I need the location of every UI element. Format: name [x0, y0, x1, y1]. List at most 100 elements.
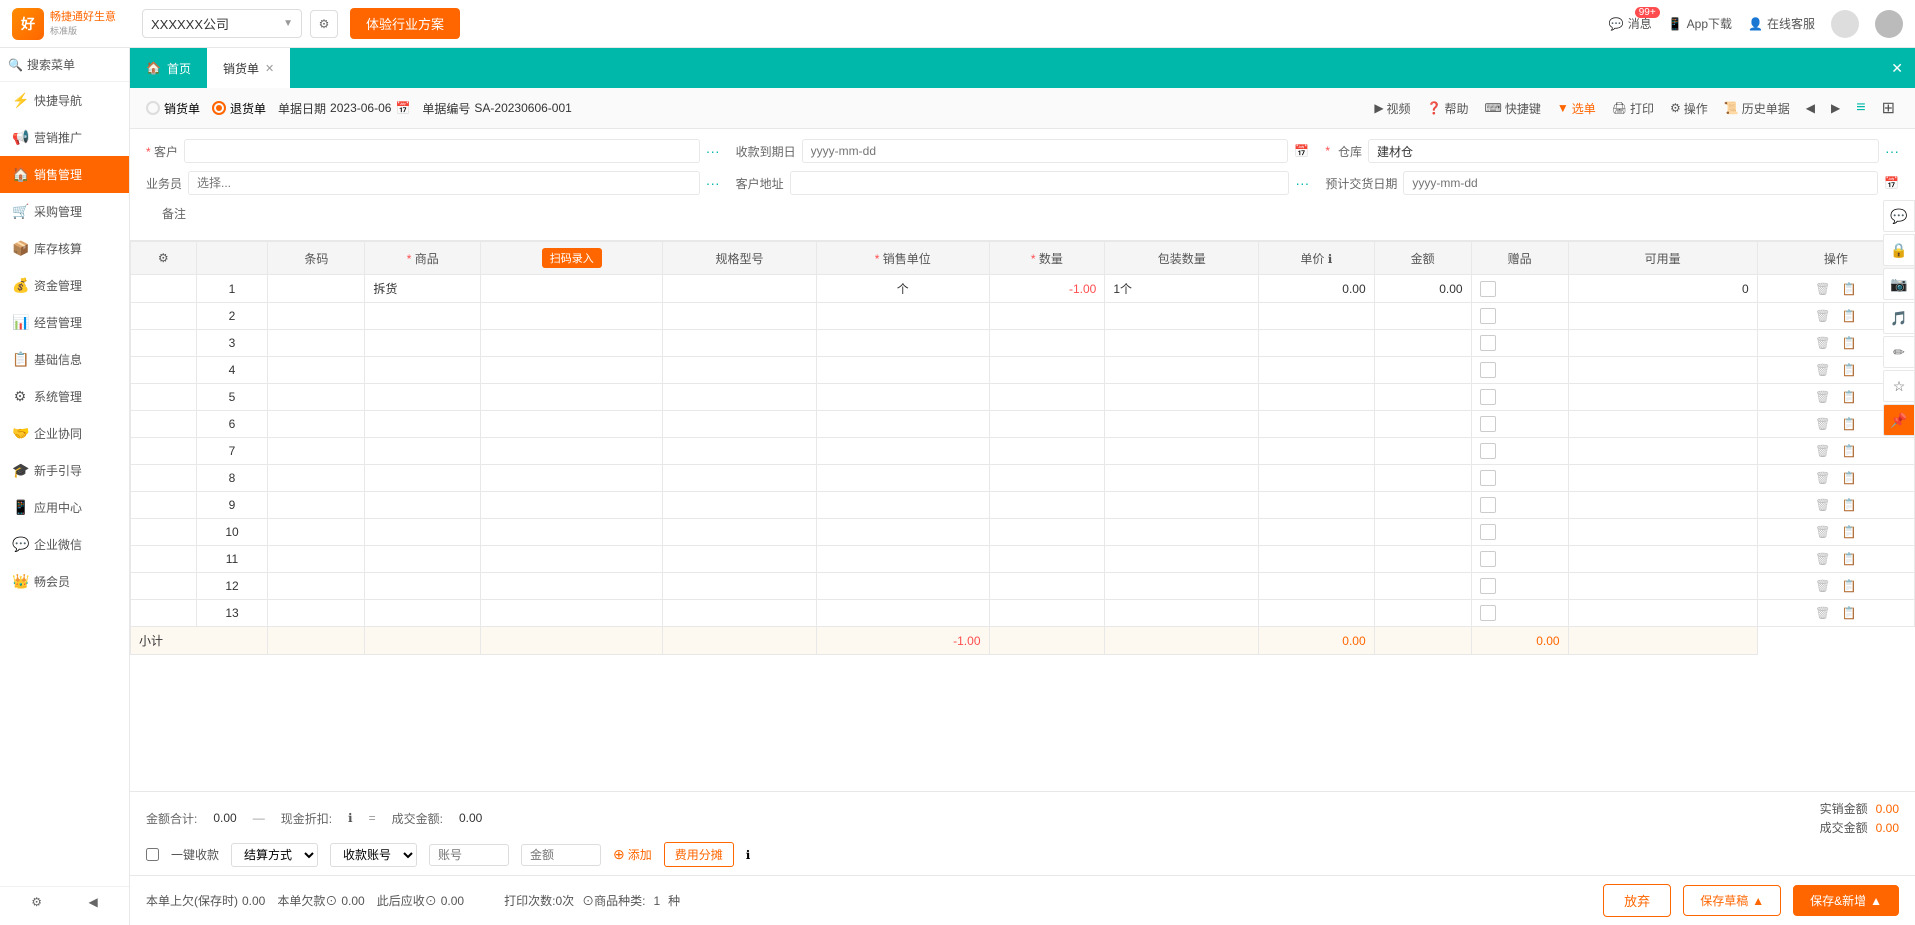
- cell-barcode[interactable]: [268, 465, 365, 492]
- cell-price[interactable]: [1259, 411, 1375, 438]
- delete-icon[interactable]: 🗑: [1815, 471, 1830, 485]
- sidebar-item-sales[interactable]: 🏠 销售管理: [0, 156, 129, 193]
- toolbar-prev[interactable]: ◀: [1802, 99, 1819, 117]
- cell-qty[interactable]: [989, 600, 1105, 627]
- copy-icon[interactable]: 📋: [1842, 606, 1857, 620]
- user-avatar[interactable]: [1831, 10, 1859, 38]
- cell-pack-qty[interactable]: [1105, 465, 1259, 492]
- warehouse-input[interactable]: [1368, 139, 1879, 163]
- cell-product[interactable]: [365, 465, 481, 492]
- copy-icon[interactable]: 📋: [1842, 471, 1857, 485]
- delete-icon[interactable]: 🗑: [1815, 363, 1830, 377]
- copy-icon[interactable]: 📋: [1842, 336, 1857, 350]
- cell-unit[interactable]: [816, 438, 989, 465]
- cell-qty[interactable]: [989, 492, 1105, 519]
- cell-amount[interactable]: [1374, 303, 1471, 330]
- gift-checkbox[interactable]: [1480, 335, 1496, 351]
- sidebar-item-enterprise[interactable]: 🤝 企业协同: [0, 415, 129, 452]
- cell-gift[interactable]: [1471, 357, 1568, 384]
- fee-allocation-button[interactable]: 费用分摊: [664, 842, 734, 867]
- account-num-input[interactable]: [429, 844, 509, 866]
- cell-product[interactable]: [365, 303, 481, 330]
- cell-price[interactable]: [1259, 438, 1375, 465]
- cell-price[interactable]: [1259, 492, 1375, 519]
- scan-button[interactable]: 扫码录入: [542, 248, 602, 268]
- cell-unit[interactable]: [816, 357, 989, 384]
- cell-product[interactable]: 拆货: [365, 275, 481, 303]
- cell-unit[interactable]: [816, 600, 989, 627]
- cell-qty[interactable]: [989, 411, 1105, 438]
- cell-price[interactable]: [1259, 600, 1375, 627]
- copy-icon[interactable]: 📋: [1842, 579, 1857, 593]
- user-avatar2[interactable]: [1875, 10, 1903, 38]
- cell-barcode[interactable]: [268, 275, 365, 303]
- copy-icon[interactable]: 📋: [1842, 444, 1857, 458]
- gift-checkbox[interactable]: [1480, 524, 1496, 540]
- cell-amount[interactable]: [1374, 357, 1471, 384]
- customer-address-input[interactable]: [790, 171, 1290, 195]
- gift-checkbox[interactable]: [1480, 551, 1496, 567]
- cell-amount[interactable]: [1374, 438, 1471, 465]
- cell-pack-qty[interactable]: [1105, 519, 1259, 546]
- payment-due-input[interactable]: [802, 139, 1289, 163]
- cell-price[interactable]: [1259, 573, 1375, 600]
- tab-close-icon[interactable]: ✕: [265, 62, 274, 75]
- cell-unit[interactable]: [816, 330, 989, 357]
- copy-icon[interactable]: 📋: [1842, 282, 1857, 296]
- cell-qty[interactable]: -1.00: [989, 275, 1105, 303]
- cell-pack-qty[interactable]: [1105, 492, 1259, 519]
- cell-gift[interactable]: [1471, 384, 1568, 411]
- gift-checkbox[interactable]: [1480, 362, 1496, 378]
- cell-unit[interactable]: [816, 303, 989, 330]
- cell-qty[interactable]: [989, 384, 1105, 411]
- cell-spec[interactable]: [663, 546, 817, 573]
- cell-pack-qty[interactable]: [1105, 438, 1259, 465]
- cell-spec[interactable]: [663, 330, 817, 357]
- cell-qty[interactable]: [989, 465, 1105, 492]
- cell-spec[interactable]: [663, 438, 817, 465]
- toolbar-video[interactable]: ▶ 视频: [1370, 98, 1414, 119]
- toolbar-help[interactable]: ❓ 帮助: [1423, 98, 1473, 119]
- cell-pack-qty[interactable]: [1105, 411, 1259, 438]
- cell-gift[interactable]: [1471, 546, 1568, 573]
- cell-product[interactable]: [365, 546, 481, 573]
- cell-gift[interactable]: [1471, 411, 1568, 438]
- cell-gift[interactable]: [1471, 438, 1568, 465]
- cell-gift[interactable]: [1471, 303, 1568, 330]
- cell-barcode[interactable]: [268, 330, 365, 357]
- delete-icon[interactable]: 🗑: [1815, 444, 1830, 458]
- radio-sales-order[interactable]: 销货单: [146, 100, 200, 117]
- toolbar-grid-view[interactable]: ⊞: [1878, 96, 1899, 120]
- cell-price[interactable]: [1259, 303, 1375, 330]
- toolbar-history[interactable]: 📜 历史单据: [1720, 98, 1794, 119]
- gift-checkbox[interactable]: [1480, 308, 1496, 324]
- delete-icon[interactable]: 🗑: [1815, 525, 1830, 539]
- cell-pack-qty[interactable]: [1105, 546, 1259, 573]
- cell-gift[interactable]: [1471, 600, 1568, 627]
- cell-price[interactable]: 0.00: [1259, 275, 1375, 303]
- cell-product[interactable]: [365, 330, 481, 357]
- delete-icon[interactable]: 🗑: [1815, 606, 1830, 620]
- gift-checkbox[interactable]: [1480, 281, 1496, 297]
- cell-amount[interactable]: [1374, 546, 1471, 573]
- salesperson-dots-icon[interactable]: ···: [706, 175, 720, 191]
- toolbar-next[interactable]: ▶: [1827, 99, 1844, 117]
- sidebar-item-quick-nav[interactable]: ⚡ 快捷导航: [0, 82, 129, 119]
- sidebar-item-purchase[interactable]: 🛒 采购管理: [0, 193, 129, 230]
- cell-barcode[interactable]: [268, 438, 365, 465]
- cell-price[interactable]: [1259, 546, 1375, 573]
- cell-amount[interactable]: [1374, 492, 1471, 519]
- cell-qty[interactable]: [989, 438, 1105, 465]
- trial-button[interactable]: 体验行业方案: [350, 8, 460, 39]
- cell-spec[interactable]: [663, 275, 817, 303]
- cell-qty[interactable]: [989, 519, 1105, 546]
- copy-icon[interactable]: 📋: [1842, 498, 1857, 512]
- copy-icon[interactable]: 📋: [1842, 525, 1857, 539]
- cell-pack-qty[interactable]: [1105, 600, 1259, 627]
- cell-product[interactable]: [365, 492, 481, 519]
- cell-price[interactable]: [1259, 330, 1375, 357]
- cell-product[interactable]: [365, 438, 481, 465]
- delete-icon[interactable]: 🗑: [1815, 498, 1830, 512]
- toolbar-print[interactable]: 🖨 打印: [1608, 98, 1658, 119]
- copy-icon[interactable]: 📋: [1842, 390, 1857, 404]
